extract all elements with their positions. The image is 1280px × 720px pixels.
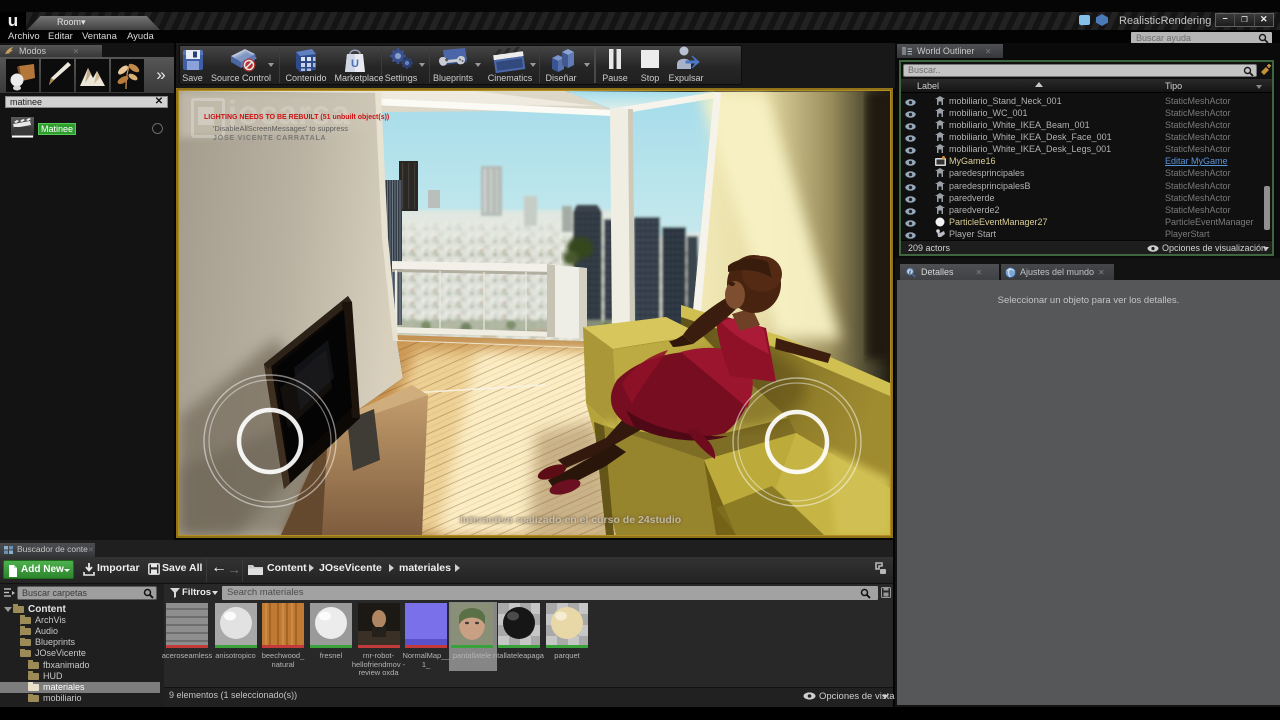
svg-text:U: U	[351, 58, 359, 70]
